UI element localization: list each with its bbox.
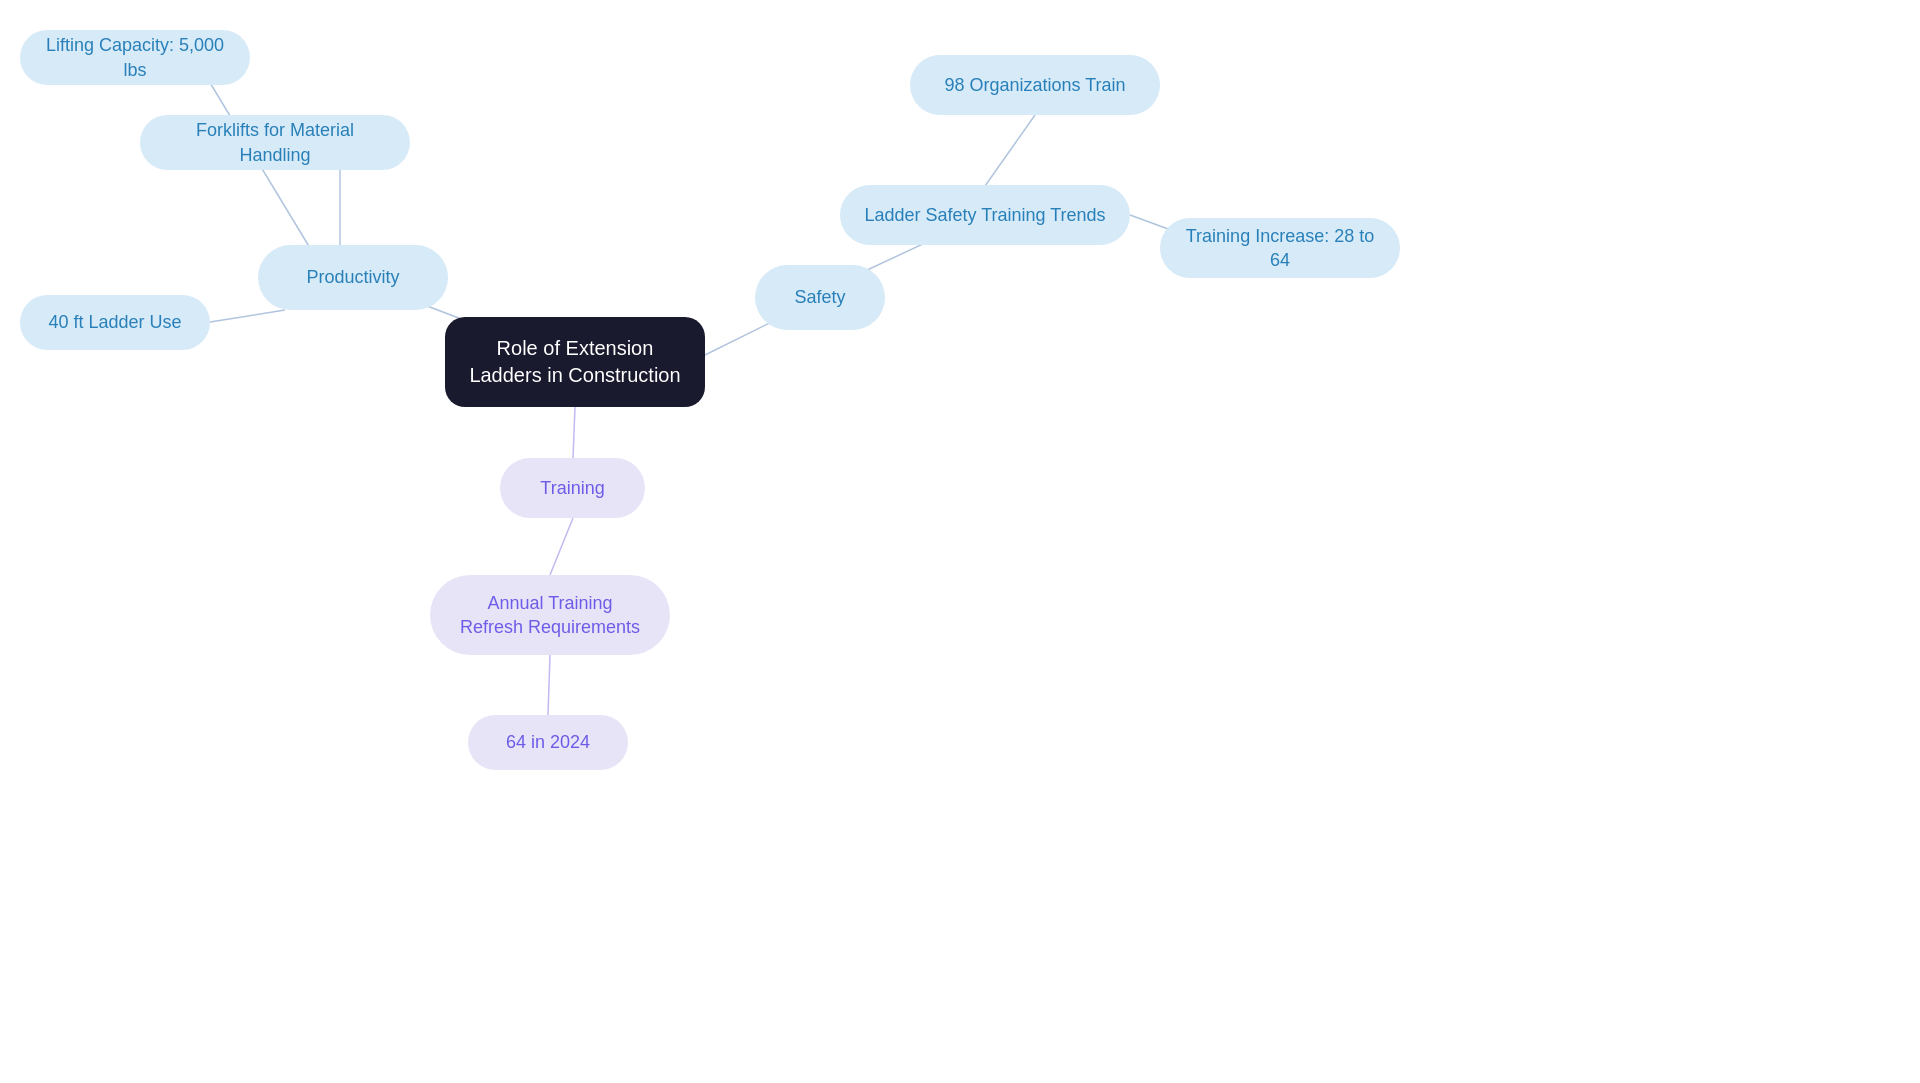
- productivity-node: Productivity: [258, 245, 448, 310]
- ladder40ft-node: 40 ft Ladder Use: [20, 295, 210, 350]
- forklifts-label: Forklifts for Material Handling: [164, 118, 386, 167]
- svg-line-10: [548, 655, 550, 715]
- center-label: Role of Extension Ladders in Constructio…: [469, 335, 681, 389]
- productivity-label: Productivity: [306, 265, 399, 289]
- safety-node: Safety: [755, 265, 885, 330]
- org98-node: 98 Organizations Train: [910, 55, 1160, 115]
- svg-line-9: [550, 518, 573, 575]
- yr2024-label: 64 in 2024: [506, 730, 590, 754]
- lifting-label: Lifting Capacity: 5,000 lbs: [44, 33, 226, 82]
- safety-label: Safety: [794, 285, 845, 309]
- training-node: Training: [500, 458, 645, 518]
- trends-node: Ladder Safety Training Trends: [840, 185, 1130, 245]
- center-node: Role of Extension Ladders in Constructio…: [445, 317, 705, 407]
- trends-label: Ladder Safety Training Trends: [864, 203, 1105, 227]
- annual-node: Annual Training Refresh Requirements: [430, 575, 670, 655]
- annual-label: Annual Training Refresh Requirements: [454, 591, 646, 640]
- svg-line-3: [210, 310, 285, 322]
- increase-label: Training Increase: 28 to 64: [1184, 224, 1376, 273]
- org98-label: 98 Organizations Train: [944, 73, 1125, 97]
- ladder40ft-label: 40 ft Ladder Use: [48, 310, 181, 334]
- svg-line-6: [985, 115, 1035, 186]
- svg-line-8: [573, 407, 575, 458]
- lifting-node: Lifting Capacity: 5,000 lbs: [20, 30, 250, 85]
- training-label: Training: [540, 476, 604, 500]
- yr2024-node: 64 in 2024: [468, 715, 628, 770]
- increase-node: Training Increase: 28 to 64: [1160, 218, 1400, 278]
- forklifts-node: Forklifts for Material Handling: [140, 115, 410, 170]
